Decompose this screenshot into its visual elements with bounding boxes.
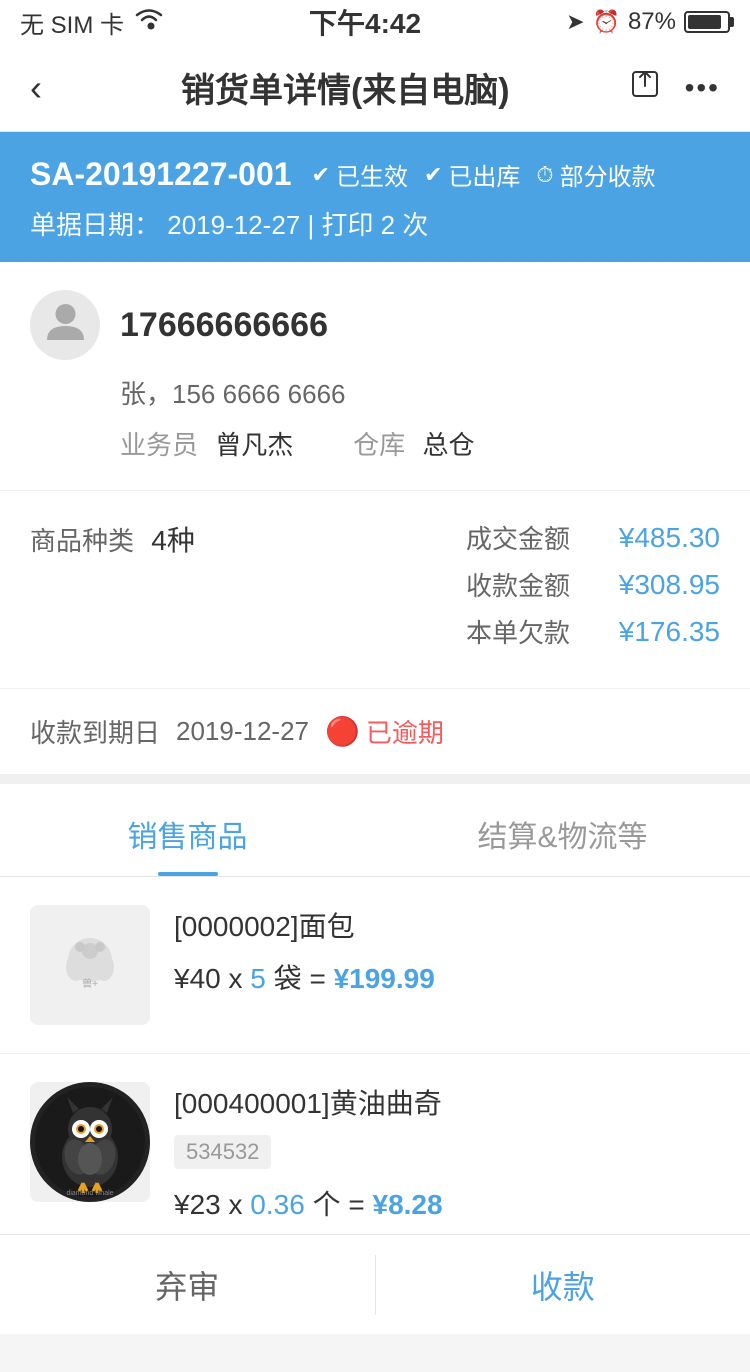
overdue-text: 已逾期 xyxy=(366,713,444,750)
tab-sales-products[interactable]: 销售商品 xyxy=(0,784,375,876)
customer-section: 17666666666 张，156 6666 6666 业务员 曾凡杰 仓库 总… xyxy=(0,262,750,491)
tab-settlement[interactable]: 结算&物流等 xyxy=(375,784,750,876)
battery-percent: 87% xyxy=(628,8,676,36)
carrier-text: 无 SIM 卡 xyxy=(20,5,124,40)
status-right: ➤ ⏰ 87% xyxy=(566,8,730,36)
confirm-button[interactable]: 收款 xyxy=(376,1235,750,1334)
sales-person-value: 曾凡杰 xyxy=(215,430,293,460)
received-row: 收款金额 ¥308.95 xyxy=(466,566,720,603)
customer-name-phone: 张，156 6666 6666 xyxy=(30,374,720,411)
customer-top: 17666666666 xyxy=(30,290,720,360)
status-bar: 无 SIM 卡 下午4:42 ➤ ⏰ 87% xyxy=(0,0,750,44)
owed-row: 本单欠款 ¥176.35 xyxy=(466,613,720,650)
location-icon: ➤ xyxy=(566,9,584,35)
share-button[interactable] xyxy=(629,68,661,108)
nav-actions: ••• xyxy=(629,68,720,108)
warehouse-label: 仓库 xyxy=(353,430,405,460)
due-date-section: 收款到期日 2019-12-27 🔴 已逾期 xyxy=(0,689,750,784)
received-label: 收款金额 xyxy=(466,566,570,603)
order-date-row: 单据日期： 2019-12-27 | 打印 2 次 xyxy=(30,205,720,242)
deal-amount-row: 成交金额 ¥485.30 xyxy=(466,519,720,556)
tabs: 销售商品 结算&物流等 xyxy=(0,784,750,877)
product-price-1: ¥40 x 5 袋 = ¥199.99 xyxy=(174,957,720,997)
order-header-top: SA-20191227-001 ✔ 已生效 ✔ 已出库 ⏱ 部分收款 xyxy=(30,156,720,193)
customer-id: 17666666666 xyxy=(120,306,328,345)
page-title: 销货单详情(来自电脑) xyxy=(62,63,629,112)
svg-text:兽+: 兽+ xyxy=(82,977,98,990)
product-tag-2: 534532 xyxy=(174,1135,271,1169)
received-value: ¥308.95 xyxy=(590,569,720,601)
product-item-1: 兽+ [0000002]面包 ¥40 x 5 袋 = ¥199.99 xyxy=(0,877,750,1054)
check-icon-2: ✔ xyxy=(424,162,442,188)
overdue-icon: 🔴 xyxy=(325,715,360,748)
cancel-button[interactable]: 弃审 xyxy=(0,1235,375,1334)
warehouse-info: 仓库 总仓 xyxy=(353,425,474,462)
product-price-2: ¥23 x 0.36 个 = ¥8.28 xyxy=(174,1183,720,1223)
status-time: 下午4:42 xyxy=(309,2,421,42)
product-image-1: 兽+ xyxy=(30,905,150,1025)
product-item-2: diamond whale [000400001]黄油曲奇 534532 ¥23… xyxy=(0,1054,750,1252)
clock-icon: ⏱ xyxy=(536,162,553,188)
check-icon-1: ✔ xyxy=(312,162,330,188)
order-header: SA-20191227-001 ✔ 已生效 ✔ 已出库 ⏱ 部分收款 单据日期：… xyxy=(0,132,750,262)
product-kinds: 商品种类 4种 xyxy=(30,519,195,559)
product-list: 兽+ [0000002]面包 ¥40 x 5 袋 = ¥199.99 xyxy=(0,877,750,1252)
status-badge-partial: ⏱ 部分收款 xyxy=(536,157,655,192)
product-image-2: diamond whale xyxy=(30,1082,150,1202)
product-name-2: [000400001]黄油曲奇 xyxy=(174,1082,720,1122)
status-badge-effective: ✔ 已生效 xyxy=(312,157,408,192)
due-date-label: 收款到期日 xyxy=(30,713,160,750)
product-details-1: [0000002]面包 ¥40 x 5 袋 = ¥199.99 xyxy=(174,905,720,997)
svg-text:diamond whale: diamond whale xyxy=(66,1190,113,1197)
avatar-icon xyxy=(43,298,88,353)
avatar xyxy=(30,290,100,360)
product-qty-1: 5 xyxy=(250,963,266,994)
deal-amount-value: ¥485.30 xyxy=(590,522,720,554)
back-button[interactable]: ‹ xyxy=(30,67,42,109)
status-left: 无 SIM 卡 xyxy=(20,5,164,40)
customer-meta: 业务员 曾凡杰 仓库 总仓 xyxy=(30,425,720,462)
product-name-1: [0000002]面包 xyxy=(174,905,720,945)
status-badges: ✔ 已生效 ✔ 已出库 ⏱ 部分收款 xyxy=(312,157,656,192)
product-total-1: ¥199.99 xyxy=(334,963,435,994)
more-button[interactable]: ••• xyxy=(685,72,720,104)
owed-value: ¥176.35 xyxy=(590,616,720,648)
sales-person-info: 业务员 曾凡杰 xyxy=(120,425,293,462)
owl-image: diamond whale xyxy=(30,1082,150,1202)
stats-section: 商品种类 4种 成交金额 ¥485.30 收款金额 ¥308.95 本单欠款 ¥… xyxy=(0,491,750,689)
warehouse-value: 总仓 xyxy=(423,430,475,460)
deal-amount-label: 成交金额 xyxy=(466,519,570,556)
product-kinds-value: 4种 xyxy=(151,525,195,556)
product-details-2: [000400001]黄油曲奇 534532 ¥23 x 0.36 个 = ¥8… xyxy=(174,1082,720,1223)
sales-label: 业务员 xyxy=(120,430,198,460)
product-qty-2: 0.36 xyxy=(250,1189,305,1220)
status-badge-shipped: ✔ 已出库 xyxy=(424,157,520,192)
product-total-2: ¥8.28 xyxy=(373,1189,443,1220)
owed-label: 本单欠款 xyxy=(466,613,570,650)
order-number: SA-20191227-001 xyxy=(30,156,292,193)
due-date-value: 2019-12-27 xyxy=(176,716,309,747)
amounts: 成交金额 ¥485.30 收款金额 ¥308.95 本单欠款 ¥176.35 xyxy=(466,519,720,660)
overdue-badge: 🔴 已逾期 xyxy=(325,713,444,750)
wifi-icon xyxy=(134,8,164,37)
nav-bar: ‹ 销货单详情(来自电脑) ••• xyxy=(0,44,750,132)
battery-icon xyxy=(684,11,730,33)
product-kinds-label: 商品种类 xyxy=(30,526,134,556)
alarm-icon: ⏰ xyxy=(593,9,620,35)
bottom-toolbar: 弃审 收款 xyxy=(0,1234,750,1334)
